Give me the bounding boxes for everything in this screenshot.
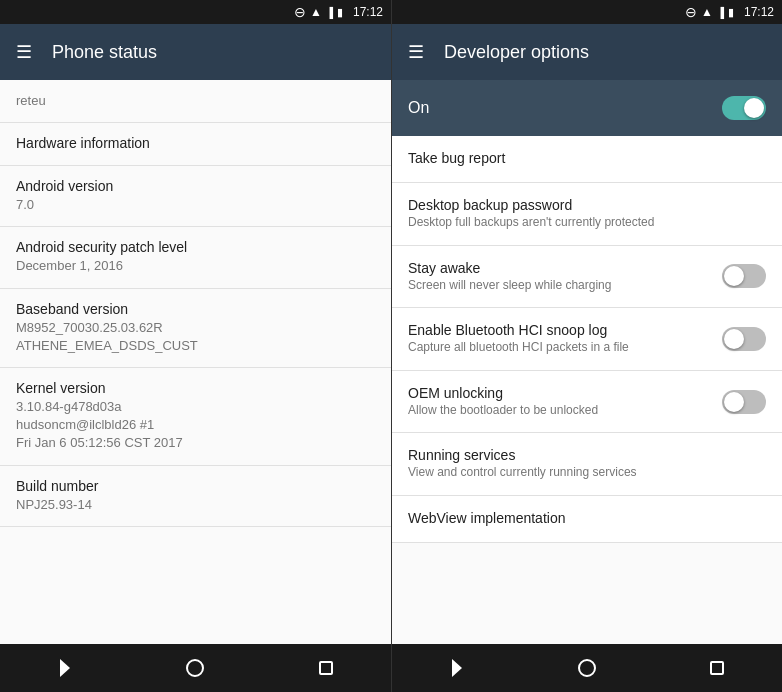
list-item-running-services[interactable]: Running services View and control curren… (392, 433, 782, 496)
on-toggle-section: On (392, 80, 782, 136)
dev-options-content: Take bug report Desktop backup password … (392, 136, 782, 644)
oem-unlocking-toggle[interactable] (722, 390, 766, 414)
left-toolbar: ☰ Phone status (0, 24, 391, 80)
battery-icon: ▮ (337, 6, 343, 19)
stay-awake-text: Stay awake Screen will never sleep while… (408, 260, 722, 294)
phone-status-content: reteu Hardware information Android versi… (0, 80, 391, 644)
right-home-button[interactable] (557, 648, 617, 688)
signal-icon: ▐ (326, 7, 333, 18)
list-item-kernel: Kernel version 3.10.84-g478d03a hudsoncm… (0, 368, 391, 466)
list-item-build: Build number NPJ25.93-14 (0, 466, 391, 527)
security-patch-value: December 1, 2016 (16, 257, 375, 275)
desktop-backup-desc: Desktop full backups aren't currently pr… (408, 215, 758, 231)
left-back-button[interactable] (35, 648, 95, 688)
oem-unlocking-desc: Allow the bootloader to be unlocked (408, 403, 714, 419)
bluetooth-hci-label: Enable Bluetooth HCI snoop log (408, 322, 714, 338)
phone-status-panel: ⊖ ▲ ▐ ▮ 17:12 ☰ Phone status reteu Hardw… (0, 0, 391, 692)
desktop-backup-text: Desktop backup password Desktop full bac… (408, 197, 766, 231)
right-recents-icon (710, 661, 724, 675)
list-item-hardware[interactable]: Hardware information (0, 123, 391, 166)
security-patch-label: Android security patch level (16, 239, 375, 255)
kernel-value: 3.10.84-g478d03a hudsoncm@ilclbld26 #1 F… (16, 398, 375, 453)
list-item-stay-awake[interactable]: Stay awake Screen will never sleep while… (392, 246, 782, 309)
list-item-webview[interactable]: WebView implementation (392, 496, 782, 543)
webview-text: WebView implementation (408, 510, 766, 528)
right-battery-icon: ▮ (728, 6, 734, 19)
wifi-icon: ▲ (310, 5, 322, 19)
right-notification-icon: ⊖ (685, 4, 697, 20)
bluetooth-hci-toggle[interactable] (722, 327, 766, 351)
stay-awake-label: Stay awake (408, 260, 714, 276)
left-status-icons: ⊖ ▲ ▐ ▮ 17:12 (294, 4, 383, 20)
left-status-bar: ⊖ ▲ ▐ ▮ 17:12 (0, 0, 391, 24)
stay-awake-desc: Screen will never sleep while charging (408, 278, 714, 294)
list-item-android-version: Android version 7.0 (0, 166, 391, 227)
desktop-backup-label: Desktop backup password (408, 197, 758, 213)
left-toolbar-title: Phone status (52, 42, 157, 63)
right-recents-button[interactable] (687, 648, 747, 688)
oem-unlocking-label: OEM unlocking (408, 385, 714, 401)
right-status-icons: ⊖ ▲ ▐ ▮ 17:12 (685, 4, 774, 20)
left-recents-icon (319, 661, 333, 675)
list-item-bug-report[interactable]: Take bug report (392, 136, 782, 183)
left-home-icon (186, 659, 204, 677)
bug-report-label: Take bug report (408, 150, 758, 166)
right-toolbar-title: Developer options (444, 42, 589, 63)
left-time: 17:12 (353, 5, 383, 19)
list-item-oem-unlocking[interactable]: OEM unlocking Allow the bootloader to be… (392, 371, 782, 434)
notification-icon: ⊖ (294, 4, 306, 20)
left-hamburger-icon[interactable]: ☰ (16, 41, 32, 63)
build-value: NPJ25.93-14 (16, 496, 375, 514)
oem-unlocking-text: OEM unlocking Allow the bootloader to be… (408, 385, 722, 419)
running-services-label: Running services (408, 447, 758, 463)
left-recents-button[interactable] (296, 648, 356, 688)
bluetooth-hci-desc: Capture all bluetooth HCI packets in a f… (408, 340, 714, 356)
right-toolbar: ☰ Developer options (392, 24, 782, 80)
right-hamburger-icon[interactable]: ☰ (408, 41, 424, 63)
right-back-button[interactable] (427, 648, 487, 688)
stay-awake-toggle[interactable] (722, 264, 766, 288)
right-wifi-icon: ▲ (701, 5, 713, 19)
toggle-knob (744, 98, 764, 118)
right-signal-icon: ▐ (717, 7, 724, 18)
bug-report-text: Take bug report (408, 150, 766, 168)
android-version-value: 7.0 (16, 196, 375, 214)
right-status-bar: ⊖ ▲ ▐ ▮ 17:12 (392, 0, 782, 24)
build-label: Build number (16, 478, 375, 494)
right-home-icon (578, 659, 596, 677)
oem-unlocking-knob (724, 392, 744, 412)
developer-options-toggle[interactable] (722, 96, 766, 120)
left-back-icon (60, 659, 70, 677)
right-back-icon (452, 659, 462, 677)
android-version-label: Android version (16, 178, 375, 194)
on-label: On (408, 99, 429, 117)
left-nav-bar (0, 644, 391, 692)
list-item-bluetooth-hci[interactable]: Enable Bluetooth HCI snoop log Capture a… (392, 308, 782, 371)
left-home-button[interactable] (165, 648, 225, 688)
reteu-value: reteu (16, 92, 375, 110)
developer-options-panel: ⊖ ▲ ▐ ▮ 17:12 ☰ Developer options On Tak… (391, 0, 782, 692)
baseband-value: M8952_70030.25.03.62R ATHENE_EMEA_DSDS_C… (16, 319, 375, 355)
kernel-label: Kernel version (16, 380, 375, 396)
right-nav-bar (392, 644, 782, 692)
right-time: 17:12 (744, 5, 774, 19)
bluetooth-hci-knob (724, 329, 744, 349)
list-item-desktop-backup[interactable]: Desktop backup password Desktop full bac… (392, 183, 782, 246)
baseband-label: Baseband version (16, 301, 375, 317)
bluetooth-hci-text: Enable Bluetooth HCI snoop log Capture a… (408, 322, 722, 356)
list-item-baseband: Baseband version M8952_70030.25.03.62R A… (0, 289, 391, 368)
webview-label: WebView implementation (408, 510, 758, 526)
list-item-security-patch: Android security patch level December 1,… (0, 227, 391, 288)
list-item-reteu: reteu (0, 80, 391, 123)
hardware-label: Hardware information (16, 135, 375, 151)
running-services-desc: View and control currently running servi… (408, 465, 758, 481)
running-services-text: Running services View and control curren… (408, 447, 766, 481)
stay-awake-knob (724, 266, 744, 286)
